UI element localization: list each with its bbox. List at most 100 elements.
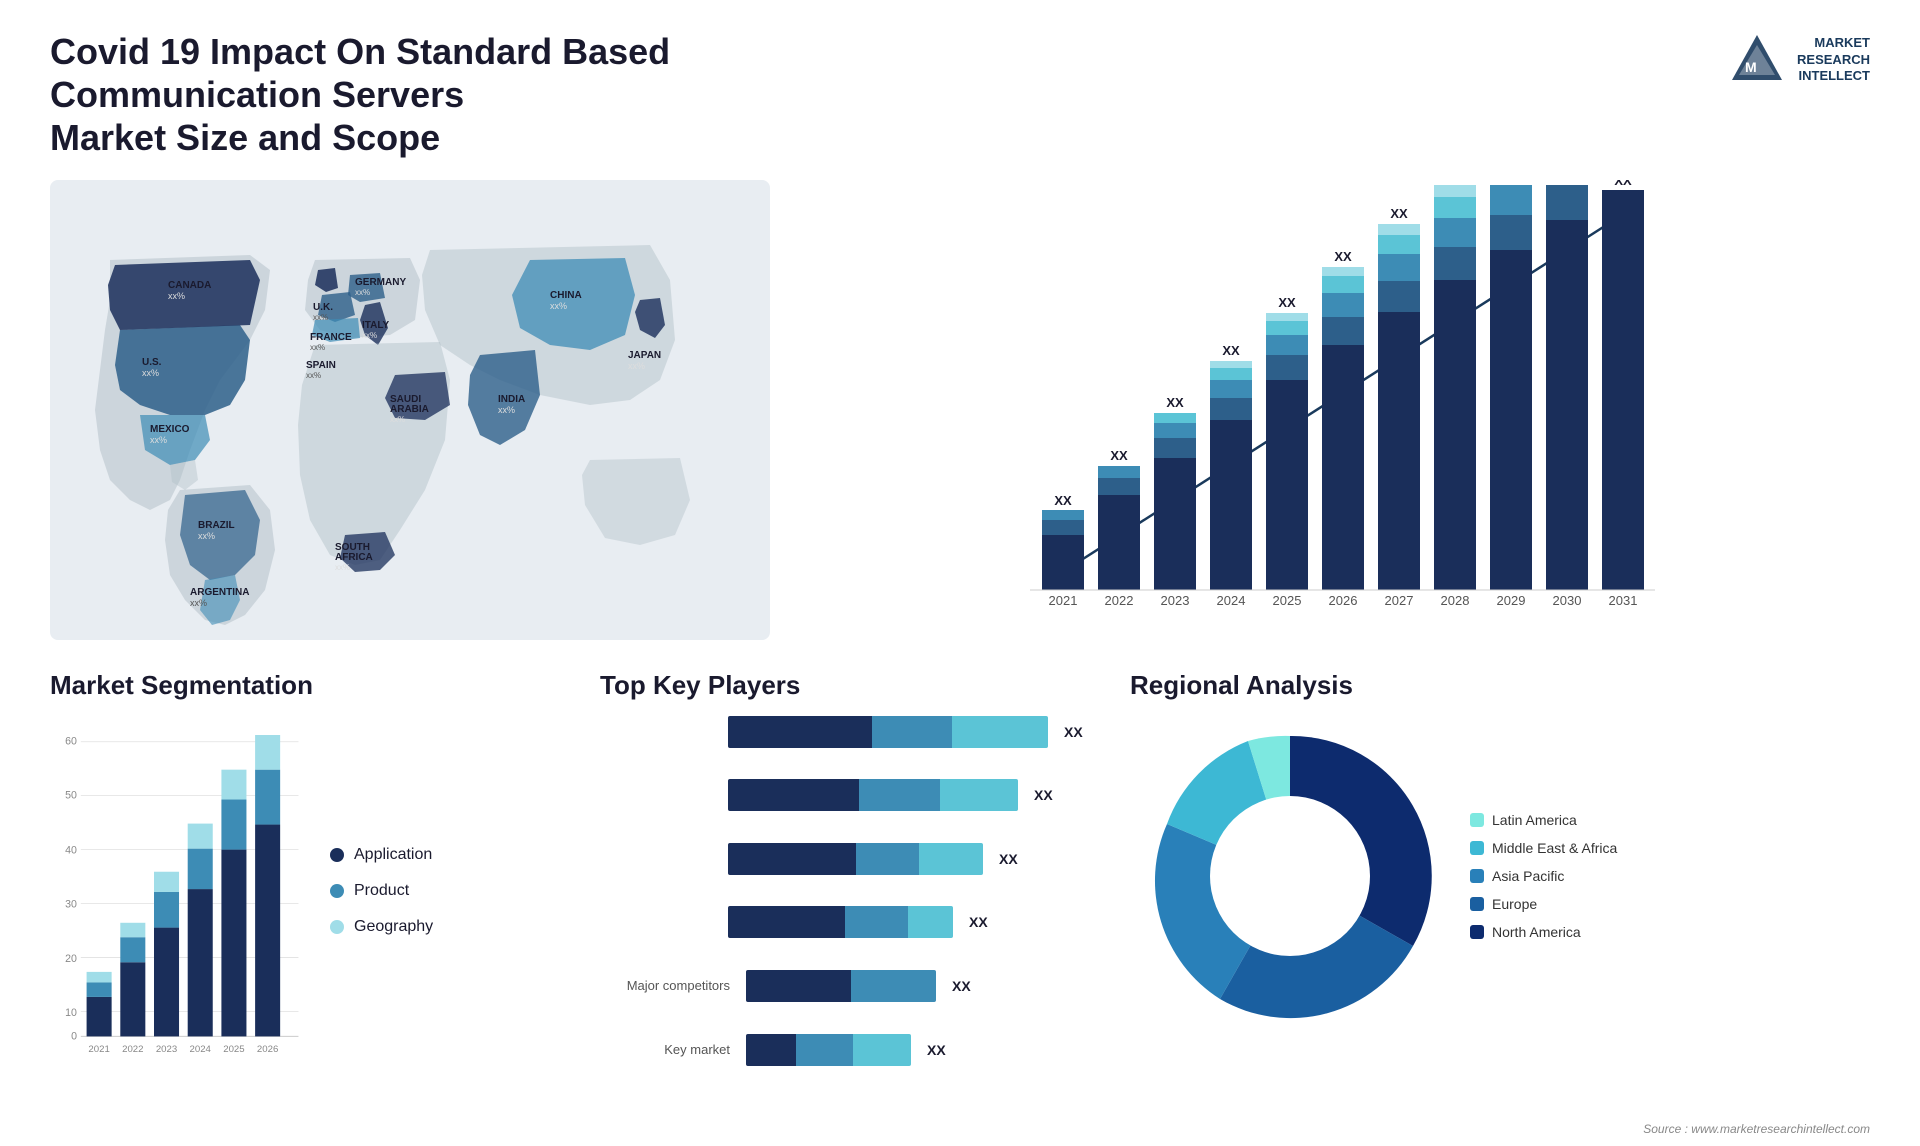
hbar-val-2: XX xyxy=(1034,787,1053,803)
seg-chart-area: 60 50 40 30 20 10 0 xyxy=(50,716,570,1066)
legend-dot-geography xyxy=(330,920,344,934)
players-chart: Top Key Players XX xyxy=(600,670,1100,1110)
svg-text:2025: 2025 xyxy=(223,1043,244,1054)
donut-legend: Latin America Middle East & Africa Asia … xyxy=(1470,812,1617,940)
hbar-row-3: XX xyxy=(600,843,1100,875)
svg-text:50: 50 xyxy=(65,789,77,801)
svg-text:xx%: xx% xyxy=(335,563,350,572)
dot-north-america xyxy=(1470,925,1484,939)
svg-text:xx%: xx% xyxy=(550,301,567,311)
regional-chart: Regional Analysis xyxy=(1130,670,1870,1110)
svg-text:2025: 2025 xyxy=(1273,593,1302,608)
svg-text:2021: 2021 xyxy=(1049,593,1078,608)
svg-text:2026: 2026 xyxy=(1329,593,1358,608)
logo-icon: M xyxy=(1727,30,1787,90)
hbar-track-5 xyxy=(746,970,936,1002)
svg-text:XX: XX xyxy=(1334,249,1352,264)
header: Covid 19 Impact On Standard Based Commun… xyxy=(50,30,1870,160)
seg-legend: Application Product Geography xyxy=(330,716,433,1066)
svg-text:2022: 2022 xyxy=(122,1043,143,1054)
hbar-row-5: Major competitors XX xyxy=(600,970,1100,1002)
svg-text:CANADA: CANADA xyxy=(168,280,211,291)
legend-product: Product xyxy=(330,882,433,900)
svg-text:CHINA: CHINA xyxy=(550,290,582,301)
svg-text:xx%: xx% xyxy=(306,371,321,380)
hbar-val-6: XX xyxy=(927,1042,946,1058)
hbar-track-1 xyxy=(728,716,1048,748)
svg-text:ARGENTINA: ARGENTINA xyxy=(190,587,249,598)
svg-text:xx%: xx% xyxy=(168,291,185,301)
svg-text:ARABIA: ARABIA xyxy=(390,404,429,415)
logo-text: MARKETRESEARCHINTELLECT xyxy=(1797,35,1870,86)
top-section: CANADA xx% U.S. xx% MEXICO xx% BRAZIL xx… xyxy=(50,180,1870,640)
svg-text:AFRICA: AFRICA xyxy=(335,552,373,563)
svg-text:2024: 2024 xyxy=(1217,593,1246,608)
svg-text:XX: XX xyxy=(1558,180,1576,181)
source-text: Source : www.marketresearchintellect.com xyxy=(1643,1122,1870,1136)
svg-text:2029: 2029 xyxy=(1497,593,1526,608)
regional-title: Regional Analysis xyxy=(1130,670,1870,701)
svg-text:XX: XX xyxy=(1278,295,1296,310)
hbar-row-2: XX xyxy=(600,779,1100,811)
bottom-section: Market Segmentation 60 50 40 30 20 10 0 xyxy=(50,670,1870,1110)
svg-text:2026: 2026 xyxy=(257,1043,278,1054)
hbar-track-6 xyxy=(746,1034,911,1066)
hbar-row-4: XX xyxy=(600,906,1100,938)
hbar-label-key: Key market xyxy=(600,1042,730,1057)
svg-text:GERMANY: GERMANY xyxy=(355,277,406,288)
svg-text:2024: 2024 xyxy=(190,1043,212,1054)
svg-text:40: 40 xyxy=(65,844,77,856)
svg-text:XX: XX xyxy=(1390,206,1408,221)
svg-text:xx%: xx% xyxy=(150,435,167,445)
svg-text:0: 0 xyxy=(71,1030,77,1042)
legend-latin-america: Latin America xyxy=(1470,812,1617,828)
svg-text:xx%: xx% xyxy=(498,405,515,415)
legend-asia-pacific: Asia Pacific xyxy=(1470,868,1617,884)
hbar-track-3 xyxy=(728,843,983,875)
svg-text:2023: 2023 xyxy=(1161,593,1190,608)
svg-text:BRAZIL: BRAZIL xyxy=(198,520,235,531)
map-container: CANADA xx% U.S. xx% MEXICO xx% BRAZIL xx… xyxy=(50,180,770,640)
svg-text:INDIA: INDIA xyxy=(498,394,525,405)
svg-text:ITALY: ITALY xyxy=(362,320,390,331)
svg-text:10: 10 xyxy=(65,1007,77,1019)
legend-application: Application xyxy=(330,846,433,864)
svg-text:2023: 2023 xyxy=(156,1043,177,1054)
seg-chart-svg: 60 50 40 30 20 10 0 xyxy=(50,716,310,1066)
svg-text:2028: 2028 xyxy=(1441,593,1470,608)
hbar-track-4 xyxy=(728,906,953,938)
legend-middle-east: Middle East & Africa xyxy=(1470,840,1617,856)
segmentation-title: Market Segmentation xyxy=(50,670,570,701)
svg-text:XX: XX xyxy=(1166,395,1184,410)
svg-text:xx%: xx% xyxy=(628,361,645,371)
hbar-val-5: XX xyxy=(952,978,971,994)
logo-block: M MARKETRESEARCHINTELLECT xyxy=(1727,30,1870,90)
dot-asia-pacific xyxy=(1470,869,1484,883)
legend-dot-application xyxy=(330,848,344,862)
svg-text:XX: XX xyxy=(1222,343,1240,358)
svg-text:xx%: xx% xyxy=(313,313,328,322)
bar-chart-svg: XX 2021 XX 2022 XX 2023 xyxy=(790,180,1870,640)
svg-text:XX: XX xyxy=(1054,493,1072,508)
legend-europe: Europe xyxy=(1470,896,1617,912)
svg-text:M: M xyxy=(1745,59,1757,75)
legend-dot-product xyxy=(330,884,344,898)
world-map-svg: CANADA xx% U.S. xx% MEXICO xx% BRAZIL xx… xyxy=(50,180,770,640)
page-title: Covid 19 Impact On Standard Based Commun… xyxy=(50,30,800,160)
segment-chart: Market Segmentation 60 50 40 30 20 10 0 xyxy=(50,670,570,1110)
svg-text:2027: 2027 xyxy=(1385,593,1414,608)
svg-text:xx%: xx% xyxy=(390,415,405,424)
hbar-container: XX XX xyxy=(600,716,1100,1066)
hbar-val-3: XX xyxy=(999,851,1018,867)
svg-text:FRANCE: FRANCE xyxy=(310,332,352,343)
svg-text:XX: XX xyxy=(1110,448,1128,463)
hbar-val-4: XX xyxy=(969,914,988,930)
hbar-label-major: Major competitors xyxy=(600,978,730,993)
hbar-track-2 xyxy=(728,779,1018,811)
hbar-row-6: Key market XX xyxy=(600,1034,1100,1066)
seg-svg-wrap: 60 50 40 30 20 10 0 xyxy=(50,716,310,1066)
dot-europe xyxy=(1470,897,1484,911)
svg-text:30: 30 xyxy=(65,898,77,910)
svg-text:JAPAN: JAPAN xyxy=(628,350,661,361)
legend-geography: Geography xyxy=(330,918,433,936)
